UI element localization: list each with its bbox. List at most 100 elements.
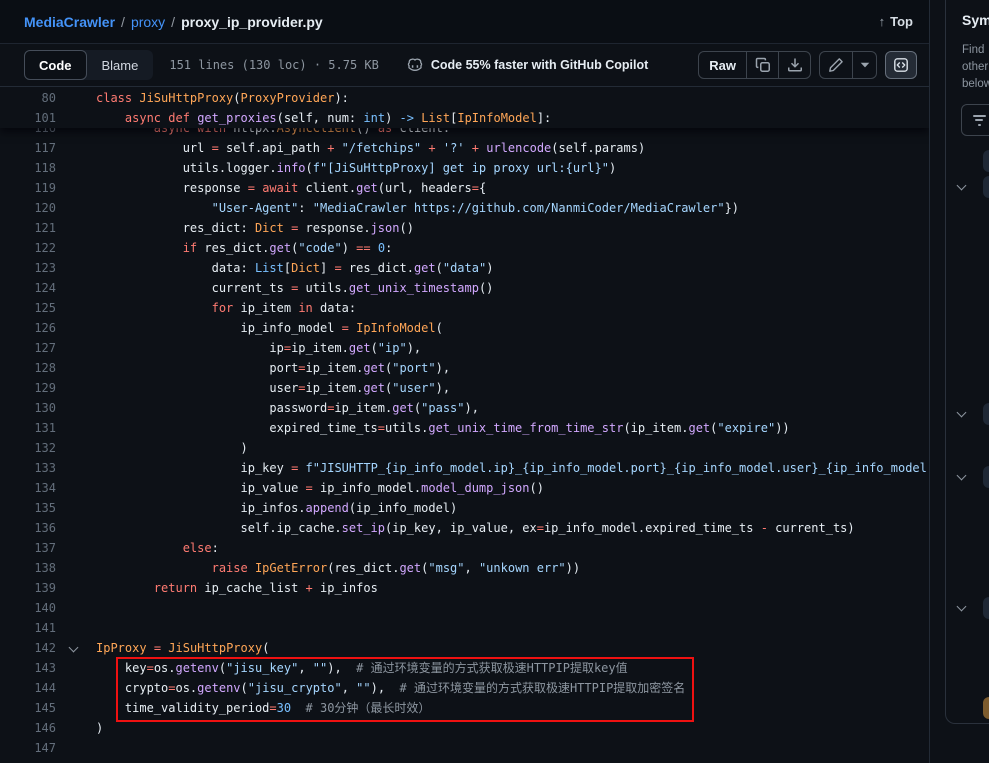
symbol-item[interactable] bbox=[983, 597, 989, 619]
code-line: 132 ) bbox=[0, 438, 929, 458]
filter-icon bbox=[972, 112, 986, 128]
code-line: 120 "User-Agent": "MediaCrawler https://… bbox=[0, 198, 929, 218]
code-text: ) bbox=[96, 438, 248, 458]
collapse-chevron-icon[interactable] bbox=[69, 643, 79, 653]
tab-code[interactable]: Code bbox=[24, 50, 87, 80]
symbol-item[interactable] bbox=[983, 466, 989, 488]
code-text: expired_time_ts=utils.get_unix_time_from… bbox=[96, 418, 790, 438]
symbols-panel-toggle-button[interactable] bbox=[885, 51, 917, 79]
pencil-icon bbox=[828, 57, 844, 73]
code-line: 125 for ip_item in data: bbox=[0, 298, 929, 318]
line-number[interactable]: 126 bbox=[0, 318, 56, 338]
line-number[interactable]: 144 bbox=[0, 678, 56, 698]
line-number[interactable]: 143 bbox=[0, 658, 56, 678]
download-button[interactable] bbox=[778, 52, 810, 78]
line-number[interactable]: 117 bbox=[0, 138, 56, 158]
line-number[interactable]: 133 bbox=[0, 458, 56, 478]
line-number[interactable]: 125 bbox=[0, 298, 56, 318]
line-number[interactable]: 146 bbox=[0, 718, 56, 738]
code-line: 129 user=ip_item.get("user"), bbox=[0, 378, 929, 398]
line-number[interactable]: 128 bbox=[0, 358, 56, 378]
code-line: 136 self.ip_cache.set_ip(ip_key, ip_valu… bbox=[0, 518, 929, 538]
code-text: ) bbox=[96, 718, 103, 738]
line-number[interactable]: 140 bbox=[0, 598, 56, 618]
symbols-description-line: below bbox=[962, 76, 989, 93]
copilot-banner[interactable]: Code 55% faster with GitHub Copilot bbox=[407, 57, 648, 73]
file-meta-info: 151 lines (130 loc) · 5.75 KB bbox=[169, 58, 379, 72]
raw-copy-download-group: Raw bbox=[698, 51, 811, 79]
code-line: 139 return ip_cache_list + ip_infos bbox=[0, 578, 929, 598]
caret-down-icon bbox=[860, 62, 870, 68]
line-number[interactable]: 120 bbox=[0, 198, 56, 218]
line-number[interactable]: 141 bbox=[0, 618, 56, 638]
line-number[interactable]: 134 bbox=[0, 478, 56, 498]
line-number[interactable]: 127 bbox=[0, 338, 56, 358]
symbol-item[interactable] bbox=[983, 176, 989, 198]
symbol-item[interactable] bbox=[983, 403, 989, 425]
code-line: 121 res_dict: Dict = response.json() bbox=[0, 218, 929, 238]
line-number[interactable]: 118 bbox=[0, 158, 56, 178]
line-number[interactable]: 138 bbox=[0, 558, 56, 578]
line-number[interactable]: 80 bbox=[0, 88, 56, 108]
line-number[interactable]: 135 bbox=[0, 498, 56, 518]
back-to-top-link[interactable]: ↑ Top bbox=[879, 14, 913, 29]
line-number[interactable]: 147 bbox=[0, 738, 56, 758]
symbol-item[interactable] bbox=[983, 150, 989, 172]
line-number[interactable]: 121 bbox=[0, 218, 56, 238]
symbols-panel-heading: Sym bbox=[962, 12, 989, 28]
symbol-item-highlighted[interactable] bbox=[983, 697, 989, 719]
code-line: 142IpProxy = JiSuHttpProxy( bbox=[0, 638, 929, 658]
code-line: 146) bbox=[0, 718, 929, 738]
code-line: 131 expired_time_ts=utils.get_unix_time_… bbox=[0, 418, 929, 438]
breadcrumb-folder-link[interactable]: proxy bbox=[131, 14, 165, 30]
code-line: 130 password=ip_item.get("pass"), bbox=[0, 398, 929, 418]
line-number[interactable]: 130 bbox=[0, 398, 56, 418]
line-number[interactable]: 131 bbox=[0, 418, 56, 438]
code-line: 80class JiSuHttpProxy(ProxyProvider): bbox=[0, 88, 929, 108]
raw-button[interactable]: Raw bbox=[699, 52, 746, 78]
line-number[interactable]: 122 bbox=[0, 238, 56, 258]
code-text: ip_info_model = IpInfoModel( bbox=[96, 318, 443, 338]
line-number[interactable]: 101 bbox=[0, 108, 56, 128]
breadcrumb-separator: / bbox=[171, 14, 175, 30]
edit-dropdown-button[interactable] bbox=[852, 52, 876, 78]
line-number[interactable]: 119 bbox=[0, 178, 56, 198]
edit-file-button[interactable] bbox=[820, 52, 852, 78]
code-text: self.ip_cache.set_ip(ip_key, ip_value, e… bbox=[96, 518, 855, 538]
breadcrumb-repo-link[interactable]: MediaCrawler bbox=[24, 14, 115, 30]
code-text: ip_value = ip_info_model.model_dump_json… bbox=[96, 478, 544, 498]
code-line: 144 crypto=os.getenv("jisu_crypto", ""),… bbox=[0, 678, 929, 698]
code-text: ip=ip_item.get("ip"), bbox=[96, 338, 421, 358]
toolbar-actions: Raw bbox=[698, 51, 917, 79]
code-blame-switch: CodeBlame bbox=[24, 50, 153, 80]
line-number[interactable]: 139 bbox=[0, 578, 56, 598]
line-number[interactable]: 137 bbox=[0, 538, 56, 558]
symbols-filter-button[interactable] bbox=[961, 104, 989, 136]
line-number[interactable]: 123 bbox=[0, 258, 56, 278]
line-number[interactable]: 124 bbox=[0, 278, 56, 298]
tab-blame[interactable]: Blame bbox=[87, 50, 154, 80]
line-number[interactable]: 136 bbox=[0, 518, 56, 538]
code-text: async def get_proxies(self, num: int) ->… bbox=[96, 108, 551, 128]
code-line: 140 bbox=[0, 598, 929, 618]
code-text: if res_dict.get("code") == 0: bbox=[96, 238, 392, 258]
line-number[interactable]: 132 bbox=[0, 438, 56, 458]
code-text: current_ts = utils.get_unix_timestamp() bbox=[96, 278, 493, 298]
back-to-top-label: Top bbox=[890, 14, 913, 29]
symbols-panel: Sym Findotherbelow bbox=[945, 0, 989, 763]
code-text: raise IpGetError(res_dict.get("msg", "un… bbox=[96, 558, 580, 578]
code-line: 135 ip_infos.append(ip_info_model) bbox=[0, 498, 929, 518]
code-text: crypto=os.getenv("jisu_crypto", ""), # 通… bbox=[96, 678, 685, 698]
line-number[interactable]: 142 bbox=[0, 638, 56, 658]
code-line: 127 ip=ip_item.get("ip"), bbox=[0, 338, 929, 358]
line-number[interactable]: 145 bbox=[0, 698, 56, 718]
code-line: 101 async def get_proxies(self, num: int… bbox=[0, 108, 929, 128]
code-line: 134 ip_value = ip_info_model.model_dump_… bbox=[0, 478, 929, 498]
code-text: key=os.getenv("jisu_key", ""), # 通过环境变量的… bbox=[96, 658, 628, 678]
code-text: ip_key = f"JISUHTTP_{ip_info_model.ip}_{… bbox=[96, 458, 927, 478]
line-number[interactable]: 129 bbox=[0, 378, 56, 398]
code-text: url = self.api_path + "/fetchips" + '?' … bbox=[96, 138, 645, 158]
code-line: 126 ip_info_model = IpInfoModel( bbox=[0, 318, 929, 338]
breadcrumb-separator: / bbox=[121, 14, 125, 30]
copy-raw-button[interactable] bbox=[746, 52, 778, 78]
